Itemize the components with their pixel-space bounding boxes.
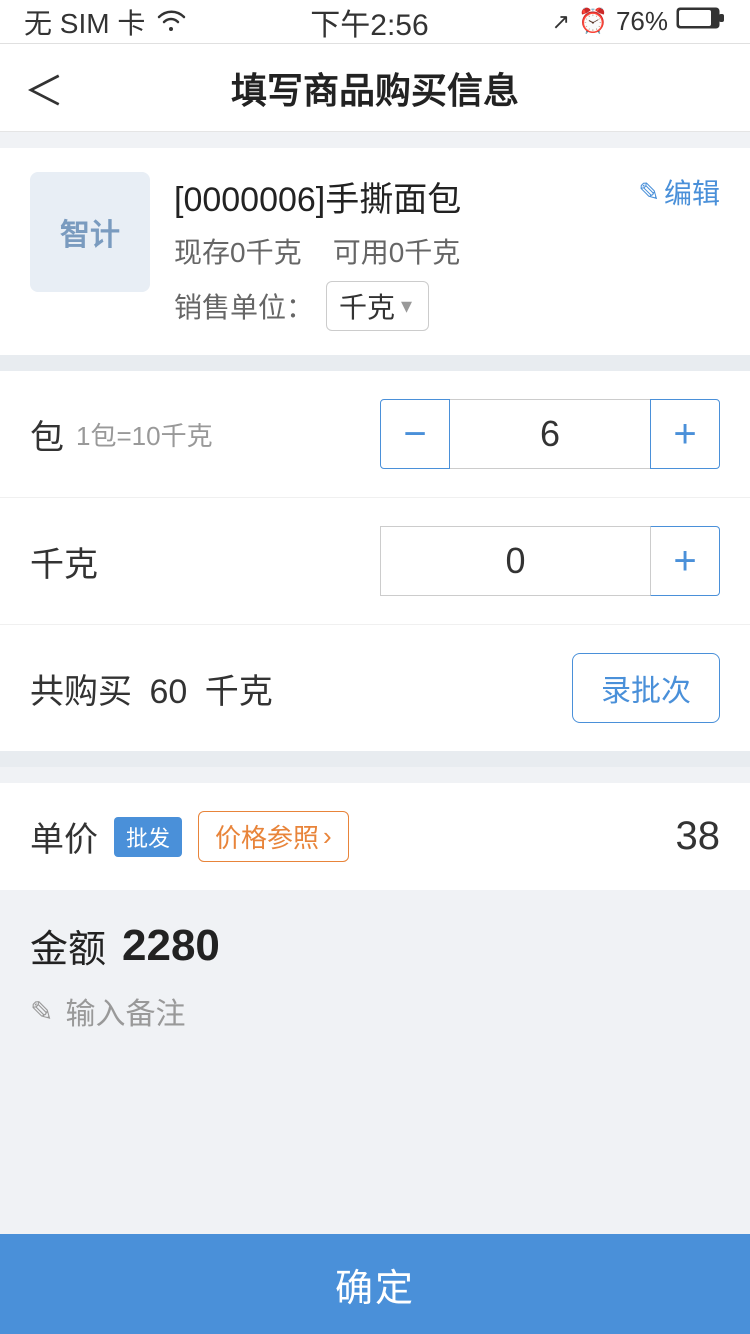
kg-label: 千克 [30,537,98,586]
product-header: [0000006]手撕面包 ✎ 编辑 [174,172,720,221]
product-info: [0000006]手撕面包 ✎ 编辑 现存0千克 可用0千克 销售单位： 千克 … [174,172,720,331]
kg-quantity-input[interactable] [380,526,650,596]
product-thumbnail: 智计 [30,172,150,292]
record-batch-button[interactable]: 录批次 [572,653,720,723]
price-section: 单价 批发 价格参照 › 38 [0,783,750,890]
remark-row[interactable]: ✎ 输入备注 [30,989,720,1033]
stock-label: 现存0千克 [174,237,302,268]
product-unit-row: 销售单位： 千克 ▾ [174,281,720,331]
amount-row: 金额 2280 [30,918,720,973]
product-name: [0000006]手撕面包 [174,172,638,221]
total-qty: 60 [149,673,187,711]
price-ref-label: 价格参照 [215,818,319,855]
price-label: 单价 [30,812,98,861]
product-stock: 现存0千克 可用0千克 [174,231,720,271]
wifi-icon [155,6,187,38]
unit-prefix: 销售单位： [174,286,314,326]
back-button[interactable]: ＜ [24,59,64,117]
confirm-button[interactable]: 确定 [0,1234,750,1334]
remark-label: 输入备注 [65,989,185,1033]
total-prefix: 共购买 [30,673,132,711]
edit-label: 编辑 [664,172,720,212]
dropdown-arrow-icon: ▾ [401,293,412,319]
edit-icon: ✎ [638,177,660,208]
divider-2 [0,751,750,767]
bag-decrement-button[interactable]: − [380,399,450,469]
price-row: 单价 批发 价格参照 › 38 [30,811,720,862]
bag-quantity-controls: − + [380,399,720,469]
page-title: 填写商品购买信息 [231,62,519,114]
status-left: 无 SIM 卡 [24,2,187,42]
available-label: 可用0千克 [333,237,461,268]
amount-value: 2280 [122,921,220,971]
carrier-text: 无 SIM 卡 [24,2,145,42]
status-right: ↗ ⏰ 76% [552,6,726,37]
bag-text: 包 [30,410,64,459]
total-row: 共购买 60 千克 录批次 [0,625,750,751]
bag-increment-button[interactable]: + [650,399,720,469]
price-value: 38 [676,814,721,859]
location-icon: ↗ [552,9,570,35]
pencil-icon: ✎ [30,995,53,1028]
edit-button[interactable]: ✎ 编辑 [638,172,720,212]
status-time: 下午2:56 [310,0,428,44]
bag-quantity-input[interactable] [450,399,650,469]
kg-row: 千克 + [0,498,750,625]
product-thumb-label: 智计 [60,210,120,254]
bag-label: 包 1包=10千克 [30,410,213,459]
bag-quantity-row: 包 1包=10千克 − + [0,371,750,498]
divider-1 [0,355,750,371]
status-bar: 无 SIM 卡 下午2:56 ↗ ⏰ 76% [0,0,750,44]
total-unit: 千克 [205,673,273,711]
total-label: 共购买 60 千克 [30,664,273,713]
price-ref-arrow-icon: › [323,821,332,852]
battery-icon [676,6,726,37]
nav-bar: ＜ 填写商品购买信息 [0,44,750,132]
batch-tag: 批发 [114,817,182,857]
product-card: 智计 [0000006]手撕面包 ✎ 编辑 现存0千克 可用0千克 销售单位： … [0,148,750,355]
kg-controls: + [380,526,720,596]
price-ref-button[interactable]: 价格参照 › [198,811,349,862]
kg-increment-button[interactable]: + [650,526,720,596]
unit-dropdown[interactable]: 千克 ▾ [326,281,429,331]
alarm-icon: ⏰ [578,7,608,36]
unit-value: 千克 [339,286,395,326]
amount-label: 金额 [30,918,106,973]
bag-hint: 1包=10千克 [76,416,213,453]
battery-percent: 76% [616,6,668,37]
amount-section: 金额 2280 ✎ 输入备注 [0,890,750,1049]
